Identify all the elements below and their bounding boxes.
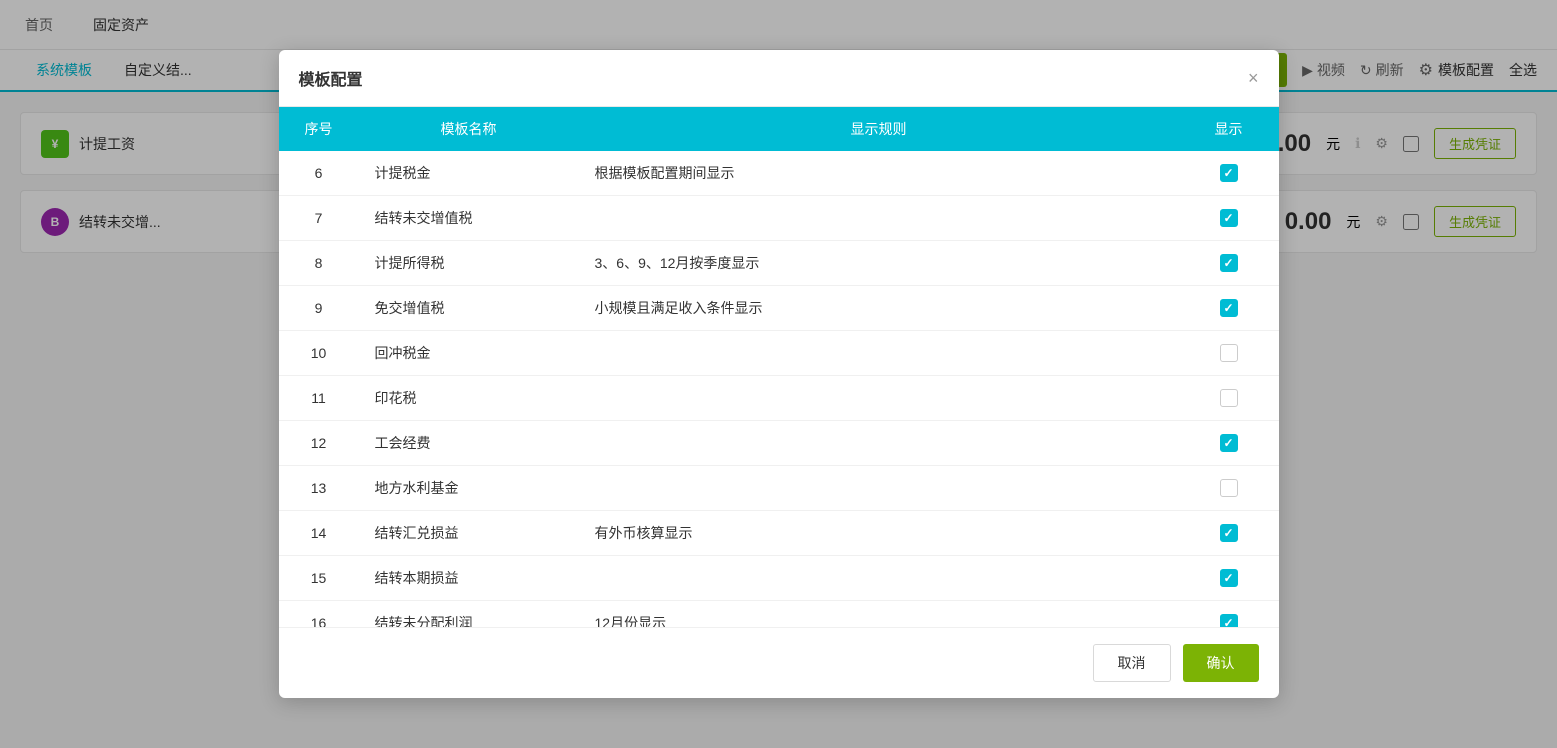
table-row: 6计提税金根据模板配置期间显示: [279, 151, 1279, 196]
row-name: 结转本期损益: [359, 556, 579, 601]
row-checkbox-cell: [1179, 601, 1279, 628]
row-name: 结转未交增值税: [359, 196, 579, 241]
row-name: 结转未分配利润: [359, 601, 579, 628]
row-index: 7: [279, 196, 359, 241]
row-index: 8: [279, 241, 359, 286]
row-index: 15: [279, 556, 359, 601]
row-name: 印花税: [359, 376, 579, 421]
row-name: 计提所得税: [359, 241, 579, 286]
modal-body: 序号 模板名称 显示规则 显示 6计提税金根据模板配置期间显示7结转未交增值税8…: [279, 107, 1279, 627]
row-index: 6: [279, 151, 359, 196]
row-rule: [579, 466, 1179, 511]
row-name: 地方水利基金: [359, 466, 579, 511]
row-index: 11: [279, 376, 359, 421]
row-checkbox[interactable]: [1220, 569, 1238, 587]
table-header: 序号 模板名称 显示规则 显示: [279, 107, 1279, 151]
table-row: 8计提所得税3、6、9、12月按季度显示: [279, 241, 1279, 286]
modal-close-button[interactable]: ×: [1248, 69, 1259, 87]
row-name: 计提税金: [359, 151, 579, 196]
modal-title: 模板配置: [299, 66, 363, 90]
row-name: 免交增值税: [359, 286, 579, 331]
row-index: 13: [279, 466, 359, 511]
row-checkbox[interactable]: [1220, 524, 1238, 542]
col-header-index: 序号: [279, 107, 359, 151]
row-checkbox-cell: [1179, 151, 1279, 196]
row-checkbox-cell: [1179, 331, 1279, 376]
row-checkbox-cell: [1179, 196, 1279, 241]
row-checkbox[interactable]: [1220, 344, 1238, 362]
row-name: 回冲税金: [359, 331, 579, 376]
confirm-button[interactable]: 确认: [1183, 644, 1259, 682]
row-rule: 小规模且满足收入条件显示: [579, 286, 1179, 331]
row-index: 9: [279, 286, 359, 331]
row-rule: 3、6、9、12月按季度显示: [579, 241, 1179, 286]
row-index: 16: [279, 601, 359, 628]
col-header-name: 模板名称: [359, 107, 579, 151]
row-rule: [579, 376, 1179, 421]
row-checkbox[interactable]: [1220, 299, 1238, 317]
row-index: 12: [279, 421, 359, 466]
row-rule: 有外币核算显示: [579, 511, 1179, 556]
row-checkbox[interactable]: [1220, 389, 1238, 407]
row-checkbox[interactable]: [1220, 254, 1238, 272]
row-index: 14: [279, 511, 359, 556]
row-checkbox[interactable]: [1220, 479, 1238, 497]
row-rule: [579, 196, 1179, 241]
row-checkbox-cell: [1179, 241, 1279, 286]
row-checkbox-cell: [1179, 511, 1279, 556]
row-name: 结转汇兑损益: [359, 511, 579, 556]
table-row: 10回冲税金: [279, 331, 1279, 376]
table-row: 14结转汇兑损益有外币核算显示: [279, 511, 1279, 556]
col-header-rule: 显示规则: [579, 107, 1179, 151]
config-table: 序号 模板名称 显示规则 显示 6计提税金根据模板配置期间显示7结转未交增值税8…: [279, 107, 1279, 627]
row-rule: [579, 556, 1179, 601]
row-rule: 12月份显示: [579, 601, 1179, 628]
row-rule: [579, 331, 1179, 376]
table-row: 15结转本期损益: [279, 556, 1279, 601]
modal-template-config: 模板配置 × 序号 模板名称 显示规则 显示 6: [279, 50, 1279, 698]
row-checkbox[interactable]: [1220, 164, 1238, 182]
row-checkbox-cell: [1179, 466, 1279, 511]
row-name: 工会经费: [359, 421, 579, 466]
table-row: 11印花税: [279, 376, 1279, 421]
table-body: 6计提税金根据模板配置期间显示7结转未交增值税8计提所得税3、6、9、12月按季…: [279, 151, 1279, 627]
row-checkbox[interactable]: [1220, 434, 1238, 452]
table-row: 12工会经费: [279, 421, 1279, 466]
row-checkbox[interactable]: [1220, 209, 1238, 227]
cancel-button[interactable]: 取消: [1093, 644, 1171, 682]
modal-footer: 取消 确认: [279, 627, 1279, 698]
row-checkbox-cell: [1179, 376, 1279, 421]
table-row: 13地方水利基金: [279, 466, 1279, 511]
row-checkbox-cell: [1179, 556, 1279, 601]
table-row: 7结转未交增值税: [279, 196, 1279, 241]
modal-overlay: 模板配置 × 序号 模板名称 显示规则 显示 6: [0, 0, 1557, 748]
row-checkbox-cell: [1179, 286, 1279, 331]
row-rule: 根据模板配置期间显示: [579, 151, 1179, 196]
modal-header: 模板配置 ×: [279, 50, 1279, 107]
row-rule: [579, 421, 1179, 466]
col-header-display: 显示: [1179, 107, 1279, 151]
table-row: 16结转未分配利润12月份显示: [279, 601, 1279, 628]
row-index: 10: [279, 331, 359, 376]
row-checkbox[interactable]: [1220, 614, 1238, 627]
table-row: 9免交增值税小规模且满足收入条件显示: [279, 286, 1279, 331]
table-scroll-area[interactable]: 序号 模板名称 显示规则 显示 6计提税金根据模板配置期间显示7结转未交增值税8…: [279, 107, 1279, 627]
row-checkbox-cell: [1179, 421, 1279, 466]
